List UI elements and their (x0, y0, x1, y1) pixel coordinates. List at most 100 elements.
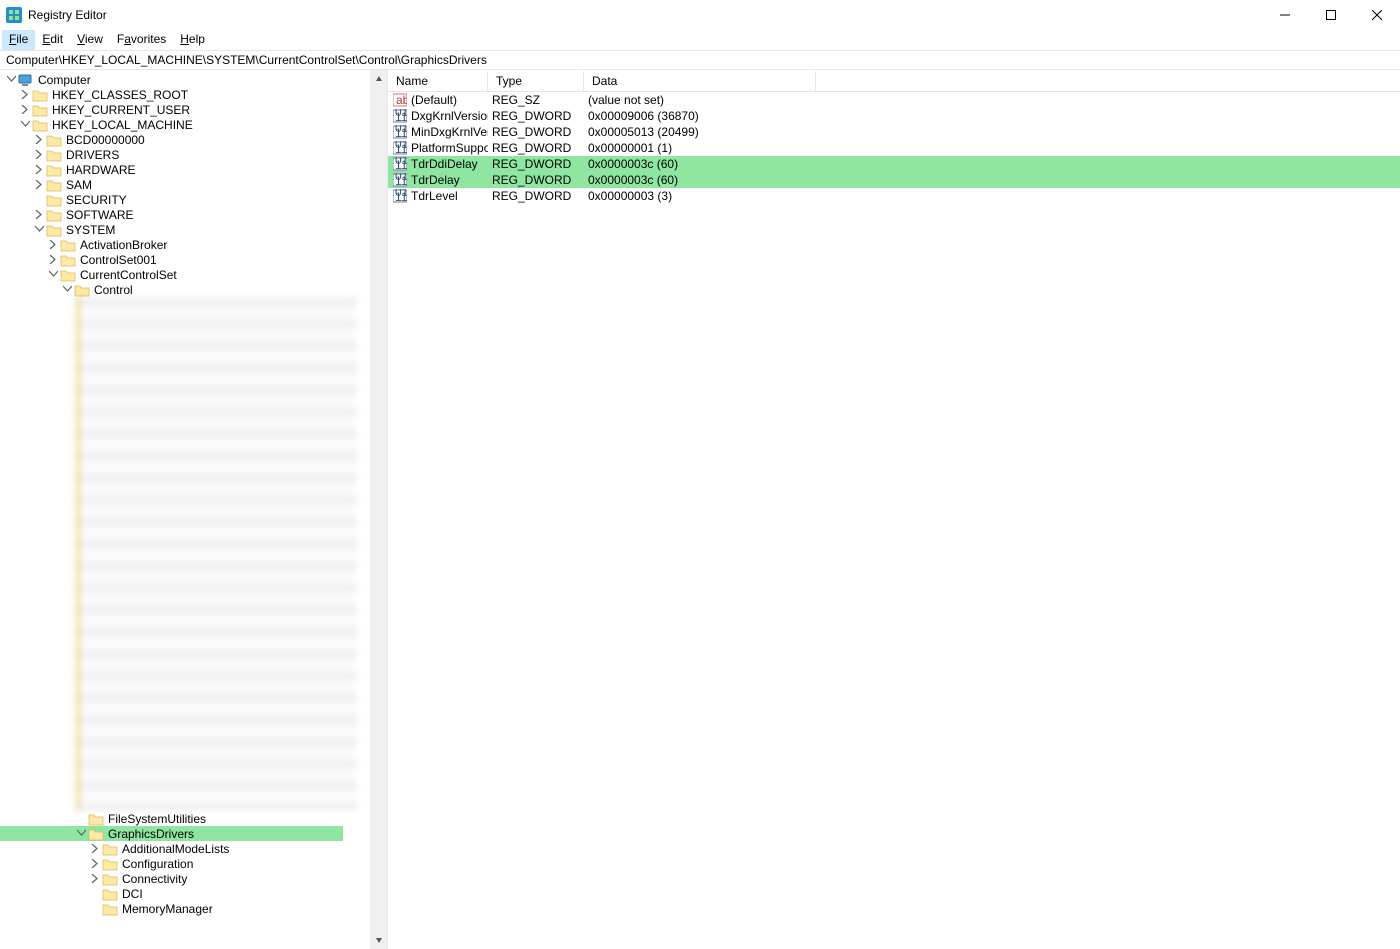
menu-file[interactable]: File (2, 30, 35, 50)
chevron-down-icon[interactable] (60, 283, 74, 297)
folder-icon (102, 887, 118, 901)
list-row[interactable]: PlatformSupport...REG_DWORD0x00000001 (1… (388, 140, 1400, 156)
maximize-button[interactable] (1308, 0, 1354, 30)
dword-value-icon (392, 173, 408, 187)
cell-name: TdrLevel (388, 189, 488, 203)
chevron-right-icon[interactable] (88, 857, 102, 871)
tree-label: ActivationBroker (78, 238, 169, 252)
tree-label: HKEY_LOCAL_MACHINE (50, 118, 195, 132)
folder-icon (46, 163, 62, 177)
string-value-icon (392, 93, 408, 107)
tree-item-hkcr[interactable]: HKEY_CLASSES_ROOT (0, 87, 387, 102)
chevron-right-icon[interactable] (32, 148, 46, 162)
folder-icon (32, 88, 48, 102)
tree-label: ControlSet001 (78, 253, 159, 267)
tree-item-hardware[interactable]: HARDWARE (0, 162, 387, 177)
tree-item-additionalmodelists[interactable]: AdditionalModeLists (0, 841, 387, 856)
chevron-right-icon[interactable] (32, 133, 46, 147)
tree-label: Computer (36, 73, 93, 87)
tree-pane: Computer HKEY_CLASSES_ROOT HKEY_CURRENT_… (0, 70, 388, 949)
menu-edit[interactable]: Edit (35, 30, 70, 50)
close-button[interactable] (1354, 0, 1400, 30)
tree-item-graphicsdrivers[interactable]: GraphicsDrivers (0, 826, 343, 841)
tree-item-sam[interactable]: SAM (0, 177, 387, 192)
tree-item-software[interactable]: SOFTWARE (0, 207, 387, 222)
folder-icon (46, 208, 62, 222)
list-row[interactable]: TdrDdiDelayREG_DWORD0x0000003c (60) (388, 156, 1400, 172)
dword-value-icon (392, 157, 408, 171)
list-row[interactable]: MinDxgKrnlVersi...REG_DWORD0x00005013 (2… (388, 124, 1400, 140)
chevron-right-icon[interactable] (46, 253, 60, 267)
column-header-name[interactable]: Name (388, 71, 488, 91)
chevron-right-icon[interactable] (88, 872, 102, 886)
cell-type: REG_DWORD (488, 173, 584, 187)
tree-label: Configuration (120, 857, 195, 871)
column-header-data[interactable]: Data (584, 71, 816, 91)
folder-icon (46, 133, 62, 147)
folder-icon (46, 193, 62, 207)
chevron-right-icon[interactable] (46, 238, 60, 252)
tree-item-control[interactable]: Control (0, 282, 387, 297)
tree-label: SOFTWARE (64, 208, 136, 222)
value-name: TdrDelay (411, 173, 460, 187)
chevron-down-icon[interactable] (46, 268, 60, 282)
list-row[interactable]: DxgKrnlVersionREG_DWORD0x00009006 (36870… (388, 108, 1400, 124)
tree-item-system[interactable]: SYSTEM (0, 222, 387, 237)
folder-icon (32, 118, 48, 132)
cell-type: REG_DWORD (488, 125, 584, 139)
chevron-right-icon[interactable] (32, 163, 46, 177)
tree-item-drivers[interactable]: DRIVERS (0, 147, 387, 162)
tree-item-connectivity[interactable]: Connectivity (0, 871, 387, 886)
chevron-down-icon[interactable] (18, 118, 32, 132)
chevron-down-icon[interactable] (74, 827, 88, 841)
chevron-right-icon[interactable] (18, 103, 32, 117)
folder-icon (46, 178, 62, 192)
tree-label: HKEY_CURRENT_USER (50, 103, 192, 117)
cell-data: (value not set) (584, 93, 816, 107)
folder-icon (74, 283, 90, 297)
chevron-right-icon[interactable] (32, 178, 46, 192)
tree-item-hklm[interactable]: HKEY_LOCAL_MACHINE (0, 117, 387, 132)
cell-type: REG_DWORD (488, 157, 584, 171)
tree-item-memorymanager[interactable]: MemoryManager (0, 901, 387, 916)
minimize-button[interactable] (1262, 0, 1308, 30)
chevron-down-icon[interactable] (32, 223, 46, 237)
menu-favorites[interactable]: Favorites (110, 30, 173, 50)
dword-value-icon (392, 141, 408, 155)
cell-name: DxgKrnlVersion (388, 109, 488, 123)
address-bar[interactable]: Computer\HKEY_LOCAL_MACHINE\SYSTEM\Curre… (0, 50, 1400, 70)
scroll-up-button[interactable] (370, 70, 387, 87)
chevron-right-icon[interactable] (88, 842, 102, 856)
list-body[interactable]: (Default)REG_SZ(value not set)DxgKrnlVer… (388, 92, 1400, 204)
list-row[interactable]: TdrLevelREG_DWORD0x00000003 (3) (388, 188, 1400, 204)
tree-item-configuration[interactable]: Configuration (0, 856, 387, 871)
tree-item-activationbroker[interactable]: ActivationBroker (0, 237, 387, 252)
tree-item-filesystemutilities[interactable]: FileSystemUtilities (0, 811, 387, 826)
column-header-type[interactable]: Type (488, 71, 584, 91)
tree-label: Connectivity (120, 872, 189, 886)
menu-view[interactable]: View (70, 30, 110, 50)
list-row[interactable]: TdrDelay REG_DWORD0x0000003c (60) (388, 172, 1400, 188)
tree-item-computer[interactable]: Computer (0, 72, 387, 87)
value-name: TdrDdiDelay (411, 157, 478, 171)
list-pane: Name Type Data (Default)REG_SZ(value not… (388, 70, 1400, 949)
chevron-right-icon[interactable] (32, 208, 46, 222)
menu-help[interactable]: Help (173, 30, 212, 50)
list-row[interactable]: (Default)REG_SZ(value not set) (388, 92, 1400, 108)
folder-icon (46, 223, 62, 237)
tree-label: SYSTEM (64, 223, 117, 237)
tree-item-hkcu[interactable]: HKEY_CURRENT_USER (0, 102, 387, 117)
tree-view[interactable]: Computer HKEY_CLASSES_ROOT HKEY_CURRENT_… (0, 70, 387, 918)
tree-item-dci[interactable]: DCI (0, 886, 387, 901)
tree-label: HARDWARE (64, 163, 138, 177)
tree-item-bcd[interactable]: BCD00000000 (0, 132, 387, 147)
tree-item-currentcontrolset[interactable]: CurrentControlSet (0, 267, 387, 282)
chevron-right-icon[interactable] (18, 88, 32, 102)
cell-data: 0x0000003c (60) (584, 173, 816, 187)
scroll-down-button[interactable] (370, 932, 387, 949)
tree-item-controlset001[interactable]: ControlSet001 (0, 252, 387, 267)
tree-item-security[interactable]: SECURITY (0, 192, 387, 207)
tree-scrollbar[interactable] (370, 70, 387, 949)
chevron-down-icon[interactable] (4, 73, 18, 87)
cell-name: MinDxgKrnlVersi... (388, 125, 488, 139)
